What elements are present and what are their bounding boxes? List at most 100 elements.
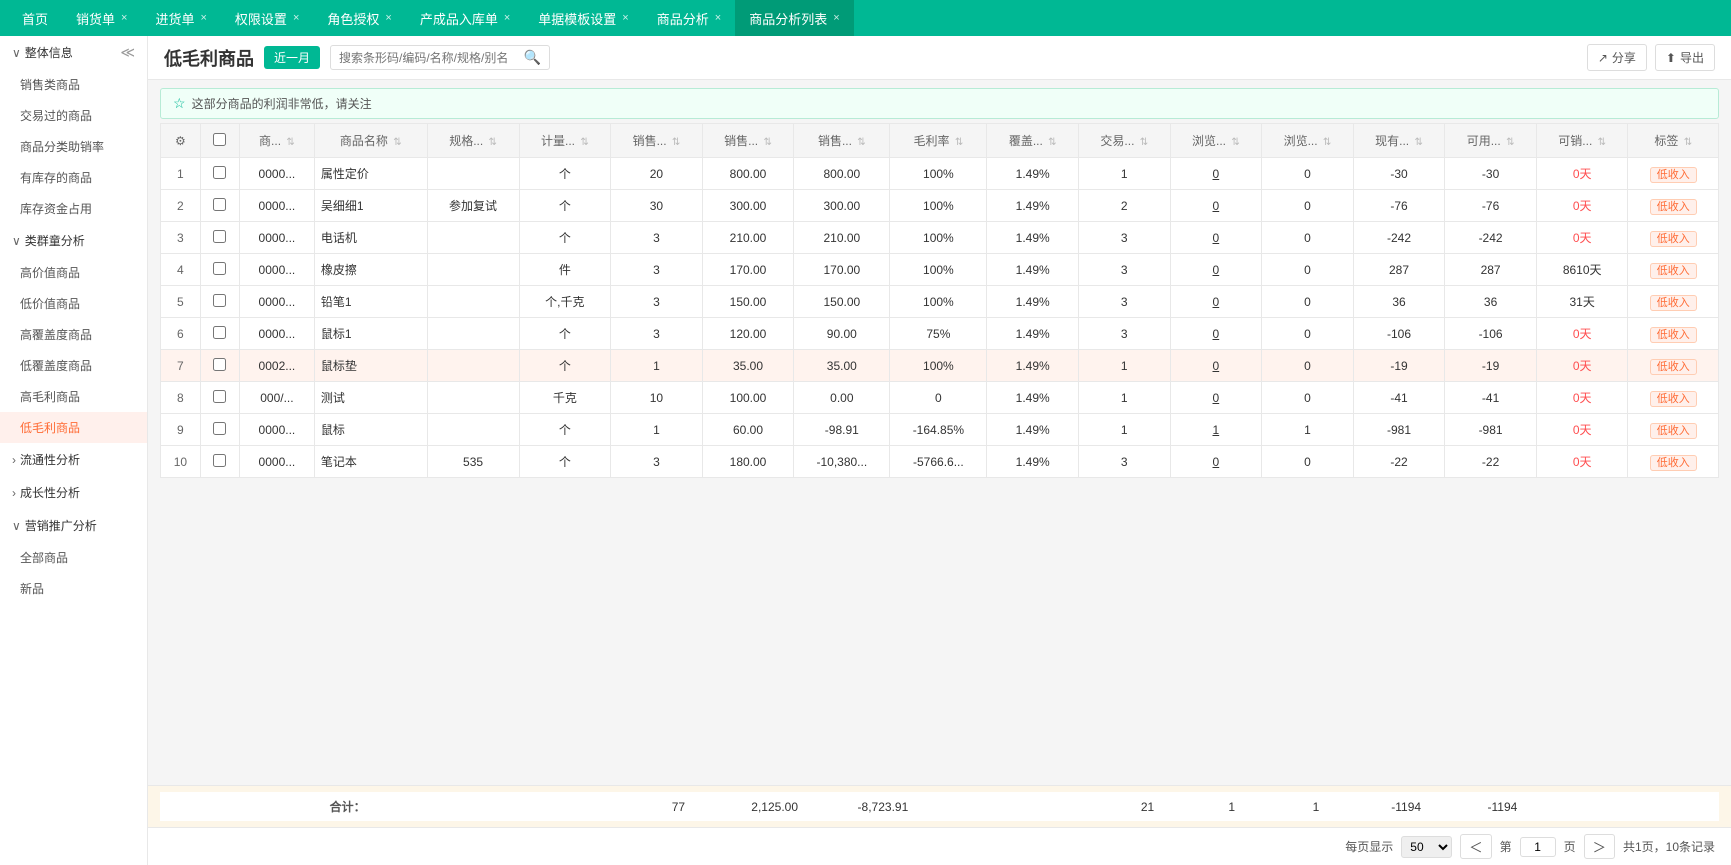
th-views1[interactable]: 浏览... ⇅ [1170, 124, 1262, 158]
th-sellable[interactable]: 可销... ⇅ [1536, 124, 1628, 158]
row-checkbox[interactable] [200, 414, 239, 446]
row-current-stock: -22 [1353, 446, 1445, 478]
nav-template-settings[interactable]: 单据模板设置 × [524, 0, 642, 36]
row-checkbox[interactable] [200, 286, 239, 318]
sidebar-item-high-margin[interactable]: 高毛利商品 [0, 381, 147, 412]
page-size-select[interactable]: 50 20 100 [1401, 836, 1452, 858]
close-permissions-icon[interactable]: × [293, 12, 299, 24]
sidebar-item-category-sales-rate[interactable]: 商品分类助销率 [0, 131, 147, 162]
section-arrow-overall: ∨ [12, 46, 21, 60]
row-code: 0000... [239, 158, 314, 190]
row-views1[interactable]: 0 [1170, 286, 1262, 318]
row-sales-qty: 10 [611, 382, 703, 414]
nav-sales-order[interactable]: 销货单 × [62, 0, 141, 36]
th-tag[interactable]: 标签 ⇅ [1628, 124, 1719, 158]
sidebar-item-low-margin[interactable]: 低毛利商品 [0, 412, 147, 443]
row-sales-price: 800.00 [702, 158, 794, 190]
nav-finished-goods[interactable]: 产成品入库单 × [406, 0, 524, 36]
th-current-stock[interactable]: 现有... ⇅ [1353, 124, 1445, 158]
row-views2: 0 [1262, 254, 1354, 286]
sidebar-section-cluster-analysis[interactable]: ∨ 类群童分析 [0, 224, 147, 257]
sidebar: ∨ 整体信息 ≪ 销售类商品 交易过的商品 商品分类助销率 有库存的商品 库存资… [0, 36, 148, 865]
row-sales-qty: 20 [611, 158, 703, 190]
row-views1[interactable]: 0 [1170, 158, 1262, 190]
th-gross-margin[interactable]: 毛利率 ⇅ [890, 124, 987, 158]
nav-home[interactable]: 首页 [8, 0, 62, 36]
table-row: 10 0000... 笔记本 535 个 3 180.00 -10,380...… [161, 446, 1719, 478]
row-checkbox[interactable] [200, 190, 239, 222]
row-checkbox[interactable] [200, 350, 239, 382]
search-icon[interactable]: 🔍 [524, 49, 541, 66]
row-sales-qty: 3 [611, 446, 703, 478]
export-button[interactable]: ⬆ 导出 [1655, 44, 1715, 71]
nav-role-auth[interactable]: 角色授权 × [313, 0, 405, 36]
sidebar-item-sales-products[interactable]: 销售类商品 [0, 69, 147, 100]
sidebar-item-traded-products[interactable]: 交易过的商品 [0, 100, 147, 131]
search-input[interactable] [339, 51, 520, 65]
row-views1[interactable]: 0 [1170, 254, 1262, 286]
nav-permissions[interactable]: 权限设置 × [221, 0, 313, 36]
th-name[interactable]: 商品名称 ⇅ [314, 124, 427, 158]
sidebar-section-marketing[interactable]: ∨ 营销推广分析 [0, 509, 147, 542]
row-views1[interactable]: 0 [1170, 446, 1262, 478]
th-sales-amount[interactable]: 销售... ⇅ [794, 124, 890, 158]
row-checkbox[interactable] [200, 254, 239, 286]
row-views1[interactable]: 0 [1170, 350, 1262, 382]
nav-product-analysis-list[interactable]: 商品分析列表 × [735, 0, 853, 36]
close-purchase-order-icon[interactable]: × [200, 12, 206, 24]
row-checkbox[interactable] [200, 222, 239, 254]
th-unit[interactable]: 计量... ⇅ [519, 124, 611, 158]
sidebar-item-high-coverage[interactable]: 高覆盖度商品 [0, 319, 147, 350]
sidebar-item-low-value[interactable]: 低价值商品 [0, 288, 147, 319]
sidebar-section-liquidity[interactable]: › 流通性分析 [0, 443, 147, 476]
sidebar-item-low-coverage[interactable]: 低覆盖度商品 [0, 350, 147, 381]
period-button[interactable]: 近一月 [264, 46, 320, 69]
row-views1[interactable]: 0 [1170, 382, 1262, 414]
footer-totals: 合计： 77 2,125.00 -8,723.91 21 1 1 -1194 -… [148, 785, 1731, 827]
close-template-settings-icon[interactable]: × [622, 12, 628, 24]
select-all-checkbox[interactable] [213, 133, 226, 146]
th-views2[interactable]: 浏览... ⇅ [1262, 124, 1354, 158]
row-unit: 千克 [519, 382, 611, 414]
sidebar-item-high-value[interactable]: 高价值商品 [0, 257, 147, 288]
row-checkbox[interactable] [200, 382, 239, 414]
row-checkbox[interactable] [200, 158, 239, 190]
th-spec[interactable]: 规格... ⇅ [427, 124, 519, 158]
row-views1[interactable]: 0 [1170, 222, 1262, 254]
sidebar-item-new-products[interactable]: 新品 [0, 573, 147, 604]
row-checkbox[interactable] [200, 446, 239, 478]
th-checkbox[interactable] [200, 124, 239, 158]
close-product-analysis-icon[interactable]: × [715, 12, 721, 24]
sidebar-section-growth[interactable]: › 成长性分析 [0, 476, 147, 509]
prev-page-button[interactable]: ＜ [1460, 834, 1491, 859]
row-checkbox[interactable] [200, 318, 239, 350]
th-transaction[interactable]: 交易... ⇅ [1078, 124, 1170, 158]
row-views1[interactable]: 0 [1170, 190, 1262, 222]
th-settings[interactable]: ⚙ [161, 124, 201, 158]
row-views1[interactable]: 1 [1170, 414, 1262, 446]
th-sales-qty[interactable]: 销售... ⇅ [611, 124, 703, 158]
th-coverage[interactable]: 覆盖... ⇅ [987, 124, 1079, 158]
th-available[interactable]: 可用... ⇅ [1445, 124, 1537, 158]
sidebar-item-stock-capital[interactable]: 库存资金占用 [0, 193, 147, 224]
sidebar-section-overall-info[interactable]: ∨ 整体信息 ≪ [0, 36, 147, 69]
row-unit: 个 [519, 446, 611, 478]
sidebar-item-stocked-products[interactable]: 有库存的商品 [0, 162, 147, 193]
row-views1[interactable]: 0 [1170, 318, 1262, 350]
next-page-button[interactable]: ＞ [1584, 834, 1615, 859]
th-code[interactable]: 商... ⇅ [239, 124, 314, 158]
close-product-analysis-list-icon[interactable]: × [833, 12, 839, 24]
nav-product-analysis[interactable]: 商品分析 × [643, 0, 735, 36]
close-sales-order-icon[interactable]: × [121, 12, 127, 24]
th-sales-price[interactable]: 销售... ⇅ [702, 124, 794, 158]
share-button[interactable]: ↗ 分享 [1587, 44, 1647, 71]
close-role-auth-icon[interactable]: × [385, 12, 391, 24]
row-sales-amount: 35.00 [794, 350, 890, 382]
close-finished-goods-icon[interactable]: × [504, 12, 510, 24]
row-sales-qty: 3 [611, 222, 703, 254]
notice-bar: ☆ 这部分商品的利润非常低，请关注 [160, 88, 1719, 119]
collapse-overall-icon[interactable]: ≪ [120, 44, 135, 61]
page-number-input[interactable] [1520, 837, 1556, 857]
sidebar-item-all-products[interactable]: 全部商品 [0, 542, 147, 573]
nav-purchase-order[interactable]: 进货单 × [141, 0, 220, 36]
